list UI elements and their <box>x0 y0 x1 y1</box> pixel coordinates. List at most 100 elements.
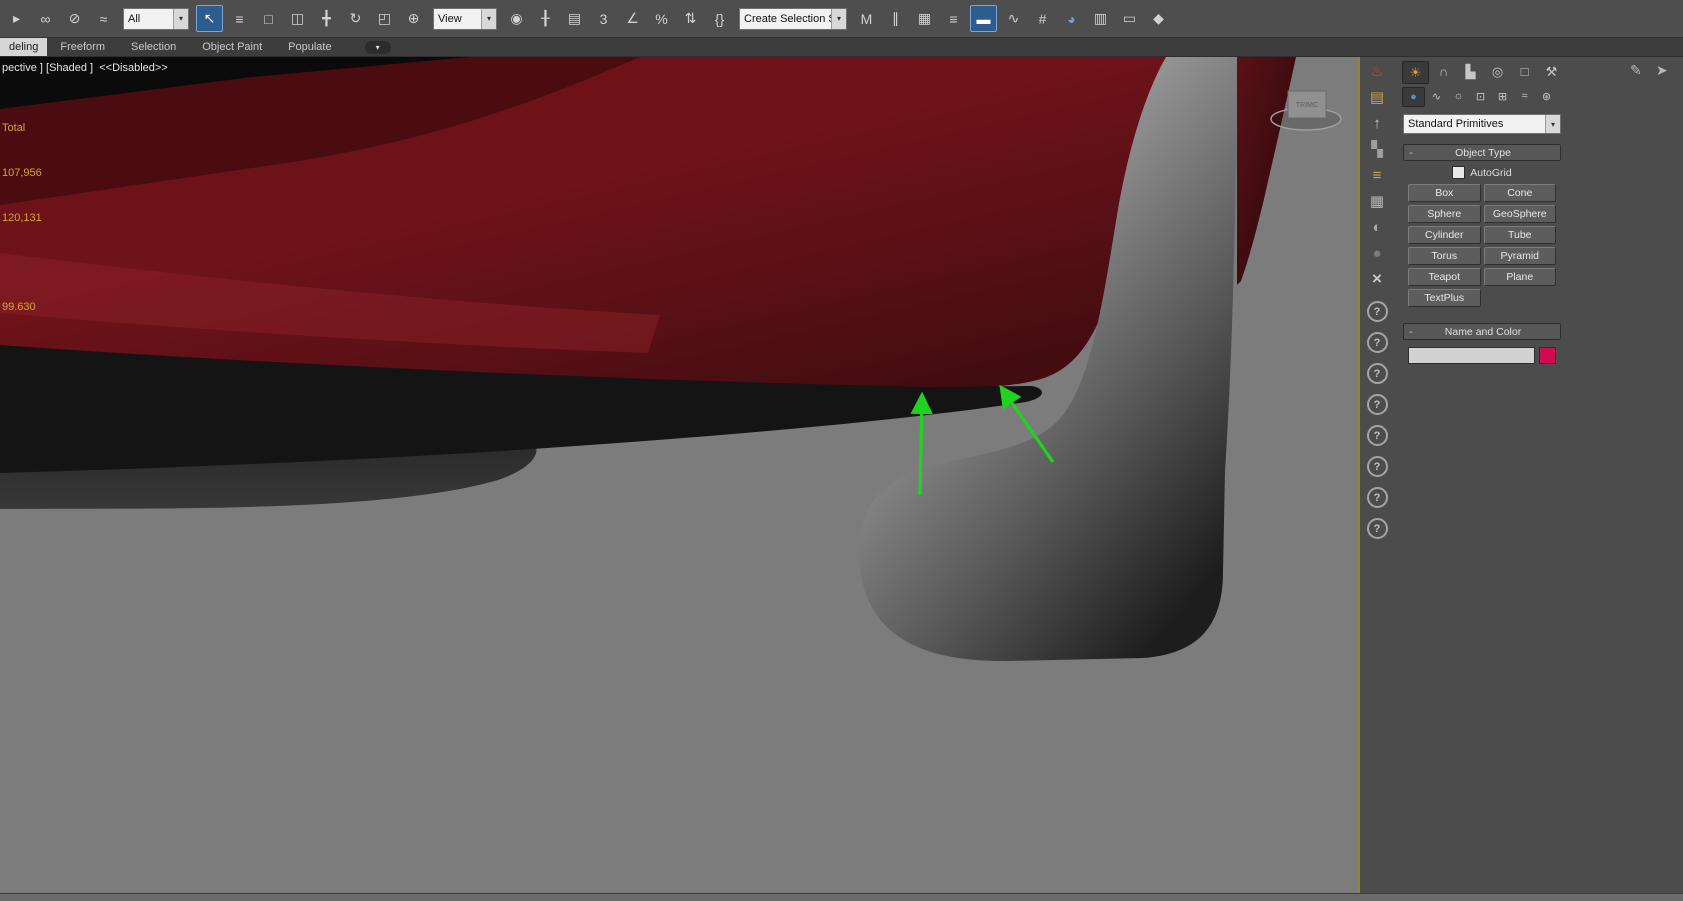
viewport-label[interactable]: pective ] [Shaded ] <<Disabled>> <box>2 62 168 74</box>
name-and-color-rollout-header[interactable]: - Name and Color <box>1403 323 1561 340</box>
snap-toggle-icon[interactable]: 3 <box>591 6 616 31</box>
status-bar-edge <box>0 893 1683 901</box>
layers-icon[interactable]: ≡ <box>1364 163 1390 187</box>
chevron-down-icon: ▾ <box>831 8 846 29</box>
utilities-tab-icon[interactable]: ⚒ <box>1539 61 1564 82</box>
pyramid-button[interactable]: Pyramid <box>1483 247 1556 265</box>
box-button[interactable]: Box <box>1408 184 1481 202</box>
autogrid-checkbox[interactable] <box>1452 166 1466 179</box>
arrow-icon[interactable]: ➤ <box>1656 62 1668 79</box>
schematic-view-icon[interactable]: # <box>1030 6 1055 31</box>
unlink-selection-icon[interactable]: ⊘ <box>62 6 87 31</box>
ribbon-tab-selection[interactable]: Selection <box>118 38 189 56</box>
help-button-3[interactable]: ? <box>1366 363 1388 384</box>
object-name-field[interactable] <box>1408 347 1535 364</box>
ribbon-tab-modeling[interactable]: deling <box>0 38 48 56</box>
material-editor-icon[interactable]: ◕ <box>1059 6 1084 31</box>
modify-tab-icon[interactable]: ∩ <box>1431 61 1456 82</box>
sphere-grid-icon[interactable]: ◐ <box>1364 215 1390 239</box>
mirror-icon[interactable]: M <box>854 6 879 31</box>
shapes-icon[interactable]: ∿ <box>1426 87 1447 105</box>
render-production-icon[interactable]: ◆ <box>1146 6 1171 31</box>
select-and-link-icon[interactable]: ∞ <box>33 6 58 31</box>
ribbon-minimize-button[interactable]: ▾ <box>364 40 391 54</box>
angle-snap-icon[interactable]: ∠ <box>620 6 645 31</box>
curve-editor-icon[interactable]: ∿ <box>1001 6 1026 31</box>
lights-icon[interactable]: ☼ <box>1448 87 1469 105</box>
help-button-2[interactable]: ? <box>1366 332 1388 353</box>
stats-value-1: 107,956 <box>2 167 42 179</box>
use-center-icon[interactable]: ◉ <box>504 6 529 31</box>
sphere-button[interactable]: Sphere <box>1408 205 1481 223</box>
motion-tab-icon[interactable]: ◎ <box>1485 61 1510 82</box>
pencil-icon[interactable]: ✎ <box>1630 62 1642 79</box>
select-by-name-icon[interactable]: ≡ <box>227 6 252 31</box>
help-button-8[interactable]: ? <box>1366 518 1388 539</box>
create-tab-icon[interactable]: ☀ <box>1402 61 1429 84</box>
stats-total-label: Total <box>2 122 26 134</box>
textplus-button[interactable]: TextPlus <box>1408 289 1481 307</box>
space-warps-icon[interactable]: ≈ <box>1514 87 1535 105</box>
render-setup-icon[interactable]: ▥ <box>1088 6 1113 31</box>
help-button-4[interactable]: ? <box>1366 394 1388 415</box>
systems-icon[interactable]: ⊛ <box>1536 87 1557 105</box>
select-and-rotate-icon[interactable]: ↻ <box>343 6 368 31</box>
brick-icon[interactable]: ▦ <box>1364 189 1390 213</box>
ribbon-tab-populate[interactable]: Populate <box>275 38 344 56</box>
select-and-manipulate-icon[interactable]: ╂ <box>533 6 558 31</box>
perspective-viewport[interactable]: TRIMC pective ] [Shaded ] <<Disabled>> T… <box>0 57 1357 893</box>
tube-button[interactable]: Tube <box>1483 226 1556 244</box>
cameras-icon[interactable]: ⊡ <box>1470 87 1491 105</box>
cone-button[interactable]: Cone <box>1483 184 1556 202</box>
selection-filter-dropdown[interactable]: All ▾ <box>123 7 189 30</box>
door-edge-shape <box>1237 57 1296 285</box>
geometry-icon[interactable]: ● <box>1402 87 1425 107</box>
align-icon[interactable]: ∥ <box>883 6 908 31</box>
helper-gizmo[interactable]: TRIMC <box>1287 90 1327 119</box>
helpers-icon[interactable]: ⊞ <box>1492 87 1513 105</box>
close-icon[interactable]: × <box>1364 267 1390 291</box>
ribbon-tab-object-paint[interactable]: Object Paint <box>189 38 275 56</box>
name-and-color-body <box>1403 340 1561 372</box>
bind-to-space-warp-icon[interactable]: ≈ <box>91 6 116 31</box>
dark-sphere-icon[interactable]: ● <box>1364 241 1390 265</box>
display-tab-icon[interactable]: □ <box>1512 61 1537 82</box>
arrow-up-icon[interactable]: ↑ <box>1364 111 1390 135</box>
window-crossing-icon[interactable]: ◫ <box>285 6 310 31</box>
select-and-move-icon[interactable]: ╋ <box>314 6 339 31</box>
spinner-snap-icon[interactable]: ⇅ <box>678 6 703 31</box>
percent-snap-icon[interactable]: % <box>649 6 674 31</box>
named-selection-sets-icon[interactable]: {} <box>707 6 732 31</box>
viewport-statistics: Total 107,956 120,131 99.630 <box>2 91 42 345</box>
plane-button[interactable]: Plane <box>1483 268 1556 286</box>
folder-icon[interactable]: ▤ <box>1364 85 1390 109</box>
clipped-edge-icon[interactable]: ▸ <box>4 6 29 31</box>
primitive-button-grid: Box Cone Sphere GeoSphere Cylinder Tube … <box>1406 184 1558 307</box>
reference-coordinate-system-dropdown[interactable]: View ▾ <box>433 7 497 30</box>
help-button-1[interactable]: ? <box>1366 301 1388 322</box>
teapot-button[interactable]: Teapot <box>1408 268 1481 286</box>
layer-explorer-icon[interactable]: ≡ <box>941 6 966 31</box>
rectangular-selection-region-icon[interactable]: □ <box>256 6 281 31</box>
toggle-ribbon-icon[interactable]: ▬ <box>970 5 997 32</box>
hierarchy-tab-icon[interactable]: ▙ <box>1458 61 1483 82</box>
geosphere-button[interactable]: GeoSphere <box>1483 205 1556 223</box>
rendered-frame-window-icon[interactable]: ▭ <box>1117 6 1142 31</box>
scene-explorer-icon[interactable]: ▦ <box>912 6 937 31</box>
select-and-scale-icon[interactable]: ◰ <box>372 6 397 31</box>
help-button-6[interactable]: ? <box>1366 456 1388 477</box>
named-selection-set-dropdown[interactable]: Create Selection Se ▾ <box>739 7 847 30</box>
object-color-swatch[interactable] <box>1539 347 1556 364</box>
teapot-icon[interactable]: ♨ <box>1364 59 1390 83</box>
torus-button[interactable]: Torus <box>1408 247 1481 265</box>
checker-icon[interactable]: ▚ <box>1364 137 1390 161</box>
ribbon-tab-freeform[interactable]: Freeform <box>47 38 118 56</box>
select-object-icon[interactable]: ↖ <box>196 5 223 32</box>
help-button-7[interactable]: ? <box>1366 487 1388 508</box>
keyboard-shortcut-override-icon[interactable]: ▤ <box>562 6 587 31</box>
select-and-place-icon[interactable]: ⊕ <box>401 6 426 31</box>
primitives-category-dropdown[interactable]: Standard Primitives ▾ <box>1403 114 1561 134</box>
cylinder-button[interactable]: Cylinder <box>1408 226 1481 244</box>
object-type-rollout-header[interactable]: - Object Type <box>1403 144 1561 161</box>
help-button-5[interactable]: ? <box>1366 425 1388 446</box>
